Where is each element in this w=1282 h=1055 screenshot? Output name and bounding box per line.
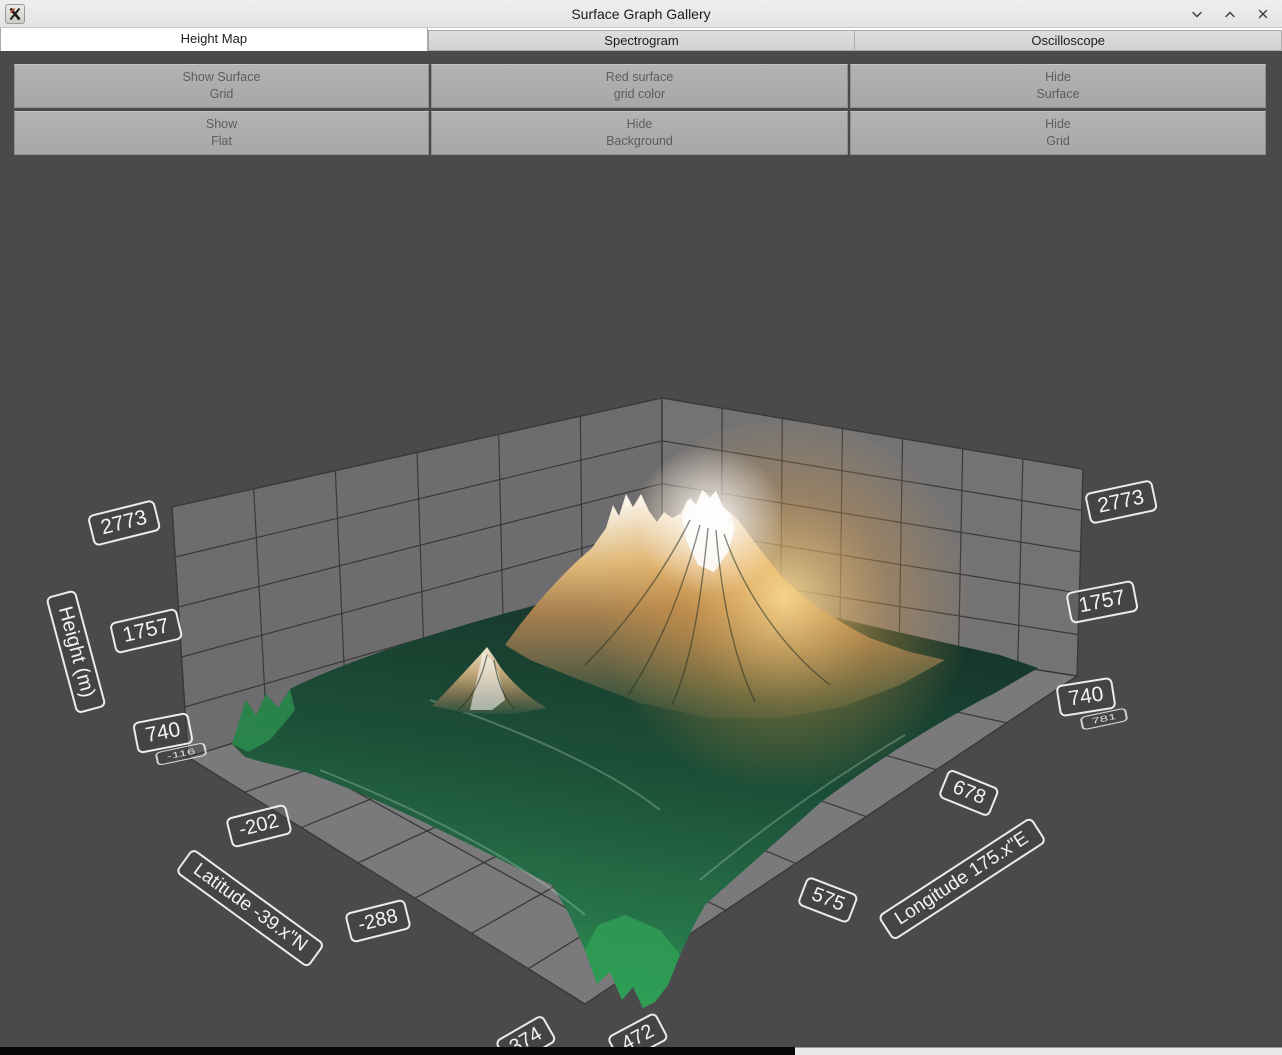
toggle-flat-mode-button[interactable]: ShowFlat [14,111,429,155]
button-label-line2: Flat [15,133,428,150]
snow-cap [635,445,785,595]
button-label-line2: Grid [15,86,428,103]
button-label-line1: Hide [851,116,1265,133]
surface-controls-toolbar: Show SurfaceGridRed surfacegrid colorHid… [14,64,1266,155]
button-label-line1: Show Surface [15,69,428,86]
chevron-down-icon [1191,8,1203,20]
surface-grid-color-button[interactable]: Red surfacegrid color [431,64,848,108]
chevron-up-icon [1224,8,1236,20]
window-title: Surface Graph Gallery [0,0,1282,28]
surface-plot-3d-view[interactable] [0,51,1282,1047]
desktop-strip [0,1047,1282,1055]
button-label-line1: Hide [432,116,847,133]
toggle-surface-grid-button[interactable]: Show SurfaceGrid [14,64,429,108]
button-label-line2: Background [432,133,847,150]
button-label-line2: Grid [851,133,1265,150]
close-icon [1257,8,1269,20]
window-controls [1186,0,1274,28]
button-label-line2: Surface [851,86,1265,103]
button-label-line1: Red surface [432,69,847,86]
button-label-line1: Show [15,116,428,133]
shade-button[interactable] [1186,3,1208,25]
tab-oscilloscope[interactable]: Oscilloscope [854,30,1282,51]
tab-bar: Height MapSpectrogramOscilloscope [0,28,1282,51]
toggle-surface-button[interactable]: HideSurface [850,64,1266,108]
maximize-button[interactable] [1219,3,1241,25]
content-area: 2773Height (m)1757740-11627731757740781-… [0,51,1282,1047]
desktop-strip-dark [0,1047,795,1055]
app-window: Surface Graph Gallery Height MapSpectrog… [0,0,1282,1055]
toggle-background-button[interactable]: HideBackground [431,111,848,155]
tab-height-map[interactable]: Height Map [0,28,428,51]
title-bar: Surface Graph Gallery [0,0,1282,28]
toggle-grid-button[interactable]: HideGrid [850,111,1266,155]
button-label-line2: grid color [432,86,847,103]
tab-spectrogram[interactable]: Spectrogram [428,30,856,51]
close-button[interactable] [1252,3,1274,25]
button-label-line1: Hide [851,69,1265,86]
desktop-strip-light [795,1047,1282,1055]
